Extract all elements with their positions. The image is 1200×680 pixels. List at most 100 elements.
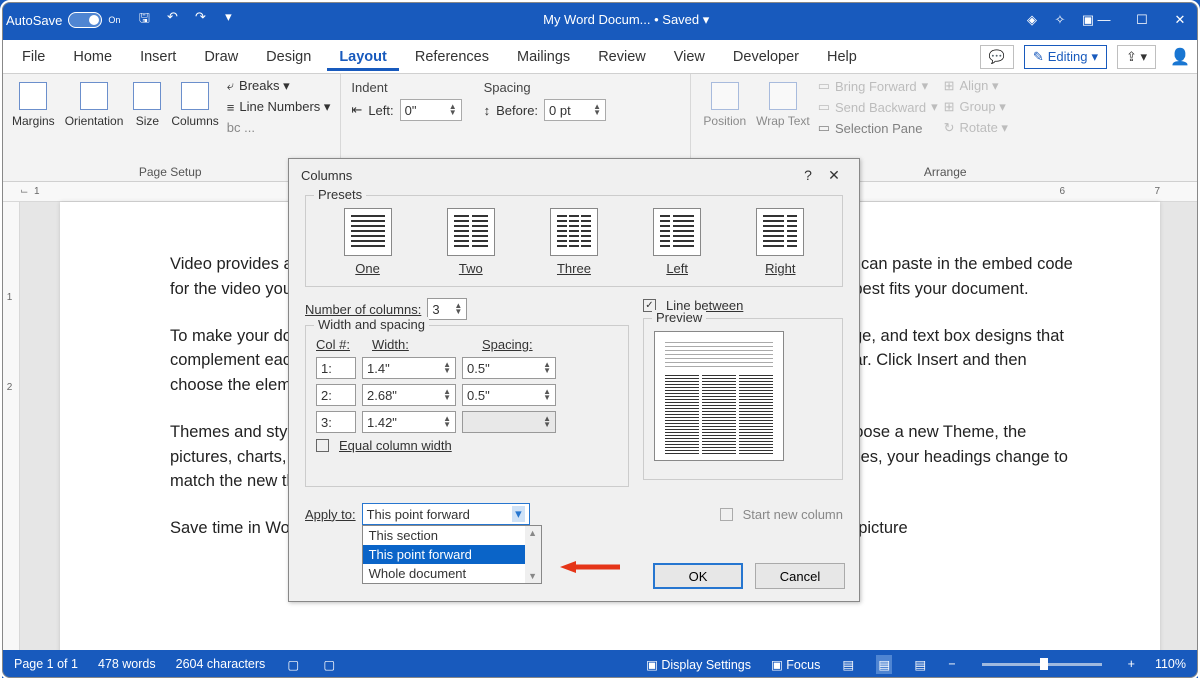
apply-to-list: This section This point forward Whole do…: [362, 525, 542, 584]
start-new-column-checkbox[interactable]: [720, 508, 733, 521]
quick-access-toolbar: 🖫 ↶ ↷ ▾: [136, 9, 236, 31]
autosave-state: On: [108, 15, 120, 25]
word-count[interactable]: 478 words: [98, 657, 156, 671]
autosave[interactable]: AutoSave On: [6, 12, 120, 28]
wand-icon[interactable]: ✧: [1052, 12, 1068, 28]
web-layout-icon[interactable]: ▤: [912, 657, 928, 672]
page-indicator[interactable]: Page 1 of 1: [14, 657, 78, 671]
preset-right[interactable]: Right: [756, 208, 804, 276]
tab-file[interactable]: File: [10, 43, 57, 71]
zoom-out[interactable]: −: [948, 657, 955, 671]
line-numbers-button[interactable]: ≡ Line Numbers ▾: [227, 99, 331, 115]
option-this-point-forward[interactable]: This point forward: [363, 545, 541, 564]
orientation-button[interactable]: Orientation: [63, 78, 126, 132]
title-bar: AutoSave On 🖫 ↶ ↷ ▾ My Word Docum... • S…: [0, 0, 1200, 40]
minimize-icon[interactable]: —: [1096, 12, 1112, 28]
tab-mailings[interactable]: Mailings: [505, 43, 582, 71]
breaks-button[interactable]: ⤶ Breaks ▾: [227, 78, 331, 94]
tab-view[interactable]: View: [662, 43, 717, 71]
zoom-level[interactable]: 110%: [1155, 657, 1186, 671]
spell-check-icon[interactable]: ▢: [285, 657, 301, 672]
tab-help[interactable]: Help: [815, 43, 869, 71]
comments-button[interactable]: 💬: [980, 45, 1014, 69]
col1-spacing[interactable]: 0.5"▲▼: [462, 357, 556, 379]
diamond-icon[interactable]: ◈: [1024, 12, 1040, 28]
margins-label: Margins: [12, 114, 55, 128]
send-backward-button[interactable]: ▭ Send Backward ▾: [818, 99, 938, 115]
redo-icon[interactable]: ↷: [192, 9, 208, 31]
size-button[interactable]: Size: [131, 78, 163, 132]
account-icon[interactable]: 👤: [1170, 47, 1190, 67]
autosave-toggle[interactable]: [68, 12, 102, 28]
col3-spacing: ▲▼: [462, 411, 556, 433]
spacing-label: Spacing:: [482, 337, 533, 352]
tab-design[interactable]: Design: [254, 43, 323, 71]
display-settings[interactable]: ▣ Display Settings: [646, 657, 751, 672]
qat-more-icon[interactable]: ▾: [220, 9, 236, 31]
zoom-in[interactable]: +: [1128, 657, 1135, 671]
align-button[interactable]: ⊞ Align ▾: [944, 78, 1008, 94]
cancel-button[interactable]: Cancel: [755, 563, 845, 589]
window-controls: — ☐ ✕: [1096, 12, 1188, 28]
undo-icon[interactable]: ↶: [164, 9, 180, 31]
tab-draw[interactable]: Draw: [192, 43, 250, 71]
preview-image: [654, 331, 784, 461]
tab-review[interactable]: Review: [586, 43, 658, 71]
editing-mode-button[interactable]: ✎ Editing ▾: [1024, 45, 1107, 69]
col1-width[interactable]: 1.4"▲▼: [362, 357, 456, 379]
tab-layout[interactable]: Layout: [327, 43, 399, 71]
selection-pane-button[interactable]: ▭ Selection Pane: [818, 120, 938, 136]
indent-left-field[interactable]: 0"▲▼: [400, 99, 462, 121]
position-button[interactable]: Position: [701, 78, 748, 132]
col2-width[interactable]: 2.68"▲▼: [362, 384, 456, 406]
col1-num: 1:: [316, 357, 356, 379]
combo-scrollbar[interactable]: ▲▼: [525, 526, 541, 583]
numcols-field[interactable]: 3▲▼: [427, 298, 467, 320]
presets-label: Presets: [314, 187, 366, 202]
char-count[interactable]: 2604 characters: [176, 657, 266, 671]
columns-button[interactable]: Columns: [169, 78, 220, 132]
dialog-close-icon[interactable]: ✕: [821, 167, 847, 184]
focus-mode[interactable]: ▣ Focus: [771, 657, 820, 672]
rotate-button[interactable]: ↻ Rotate ▾: [944, 120, 1008, 136]
option-whole-document[interactable]: Whole document: [363, 564, 541, 583]
preset-one[interactable]: One: [344, 208, 392, 276]
ok-button[interactable]: OK: [653, 563, 743, 589]
accessibility-icon[interactable]: ▢: [321, 657, 337, 672]
indent-left-icon: ⇤: [351, 102, 362, 118]
margins-button[interactable]: Margins: [10, 78, 57, 132]
maximize-icon[interactable]: ☐: [1134, 12, 1150, 28]
save-icon[interactable]: 🖫: [136, 9, 152, 31]
dialog-help-icon[interactable]: ?: [795, 167, 821, 183]
equal-width-checkbox[interactable]: [316, 439, 329, 452]
group-button[interactable]: ⊞ Group ▾: [944, 99, 1008, 115]
presets-group: Presets One Two Three Left Right: [305, 195, 843, 287]
preset-three[interactable]: Three: [550, 208, 598, 276]
read-mode-icon[interactable]: ▤: [840, 657, 856, 672]
spacing-before-field[interactable]: 0 pt▲▼: [544, 99, 606, 121]
col2-spacing[interactable]: 0.5"▲▼: [462, 384, 556, 406]
apply-to-combo[interactable]: This point forward▾ This section This po…: [362, 503, 530, 525]
col3-width[interactable]: 1.42"▲▼: [362, 411, 456, 433]
document-title[interactable]: My Word Docum... • Saved ▾: [236, 12, 1016, 28]
option-this-section[interactable]: This section: [363, 526, 541, 545]
width-spacing-label: Width and spacing: [314, 317, 429, 332]
ribbon-mode-icon[interactable]: ▣: [1080, 12, 1096, 28]
share-button[interactable]: ⇪ ▾: [1117, 45, 1156, 69]
print-layout-icon[interactable]: ▤: [876, 655, 892, 674]
vertical-ruler[interactable]: 12: [0, 202, 20, 662]
bring-forward-button[interactable]: ▭ Bring Forward ▾: [818, 78, 938, 94]
col-label: Col #:: [316, 337, 352, 352]
preset-two[interactable]: Two: [447, 208, 495, 276]
tab-references[interactable]: References: [403, 43, 501, 71]
zoom-slider[interactable]: [982, 663, 1102, 666]
tab-developer[interactable]: Developer: [721, 43, 811, 71]
preset-left[interactable]: Left: [653, 208, 701, 276]
tab-home[interactable]: Home: [61, 43, 124, 71]
col2-num: 2:: [316, 384, 356, 406]
dialog-title: Columns: [301, 168, 352, 183]
close-icon[interactable]: ✕: [1172, 12, 1188, 28]
tab-insert[interactable]: Insert: [128, 43, 188, 71]
wrap-text-button[interactable]: Wrap Text: [754, 78, 812, 132]
hyphenation-button[interactable]: bc ...: [227, 120, 331, 135]
